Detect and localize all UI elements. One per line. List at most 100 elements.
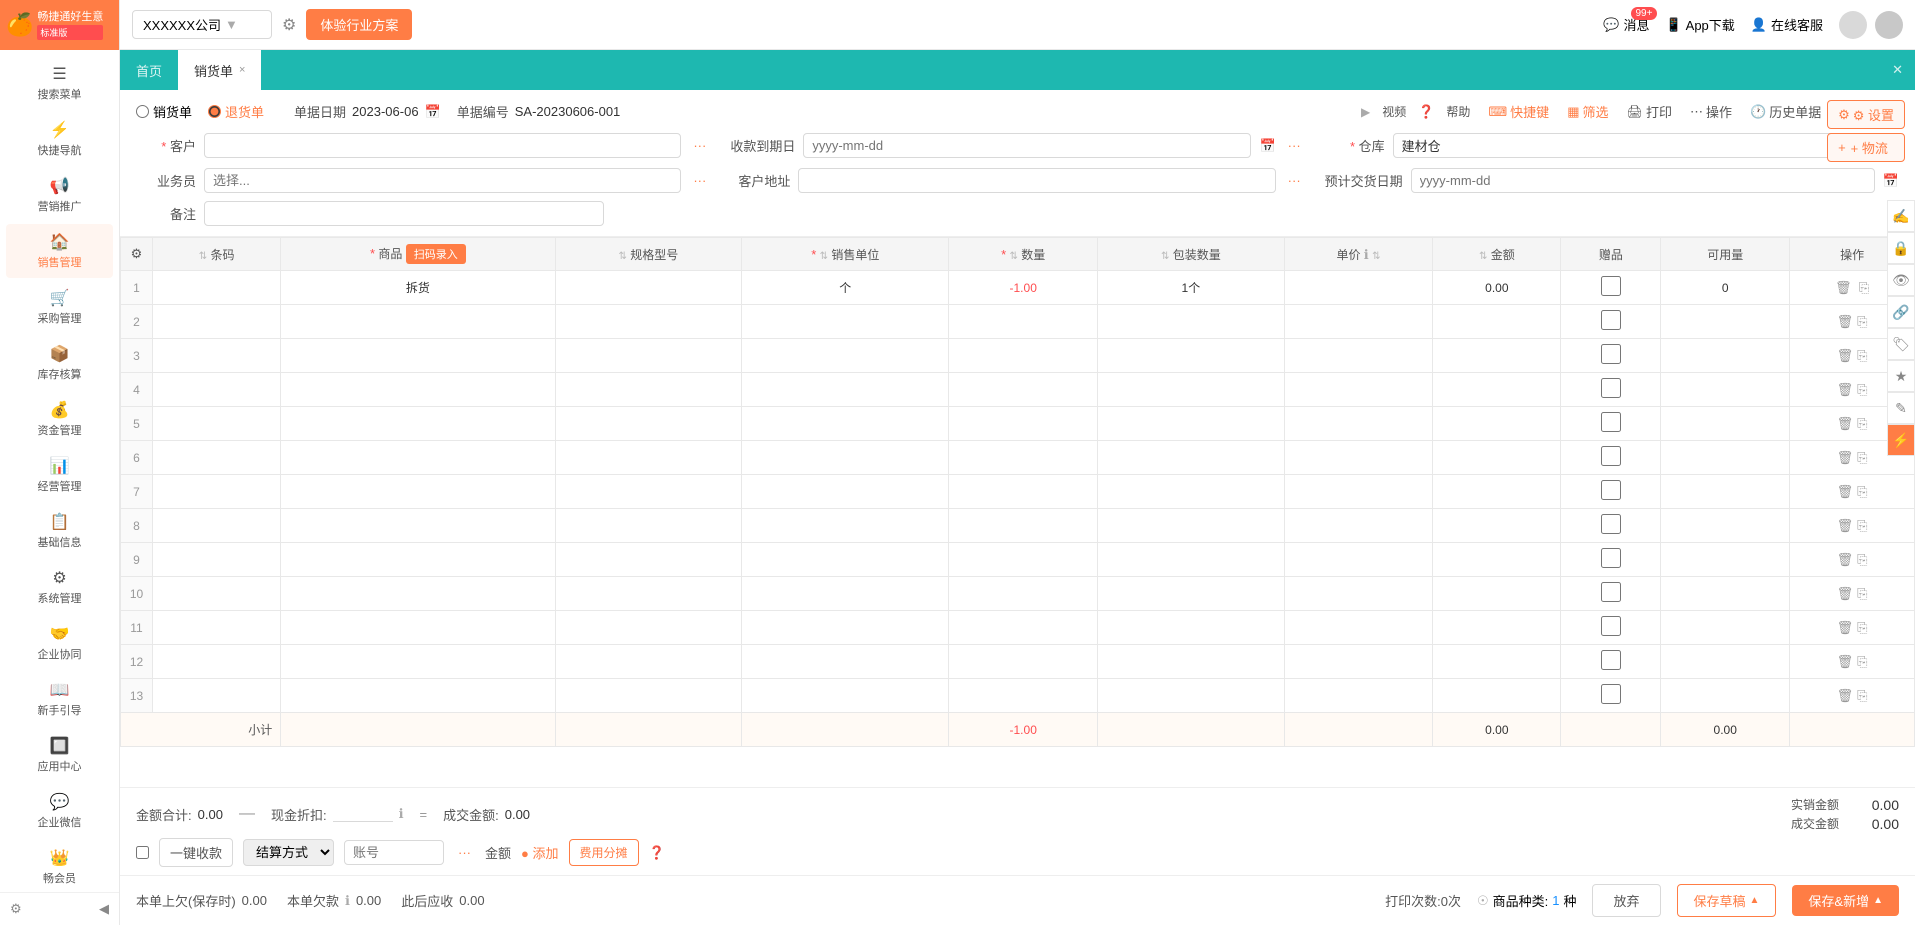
print-btn[interactable]: 🖨 打印 xyxy=(1621,100,1679,123)
gift-checkbox[interactable] xyxy=(1601,480,1621,500)
one-click-button[interactable]: 一键收款 xyxy=(159,838,233,867)
sidebar-item-finance[interactable]: 💰 资金管理 xyxy=(6,392,113,446)
sidebar-item-system[interactable]: ⚙ 系统管理 xyxy=(6,560,113,614)
delete-icon[interactable]: 🗑 xyxy=(1837,416,1854,431)
customer-input[interactable] xyxy=(204,133,681,158)
due-date-dots-btn[interactable]: ··· xyxy=(1284,138,1305,153)
customer-dots-btn[interactable]: ··· xyxy=(689,138,710,153)
delete-icon[interactable]: 🗑 xyxy=(1837,484,1854,499)
copy-icon[interactable]: ⎘ xyxy=(1857,382,1867,397)
sidebar-item-guide[interactable]: 📖 新手引导 xyxy=(6,672,113,726)
shortcut-btn[interactable]: ⌨ 快捷键 xyxy=(1482,100,1555,123)
delete-icon[interactable]: 🗑 xyxy=(1837,518,1854,533)
history-btn[interactable]: 🕐 历史单据 xyxy=(1744,100,1827,123)
one-click-checkbox[interactable] xyxy=(136,846,149,859)
add-button[interactable]: ● 添加 xyxy=(521,843,559,862)
tab-close-button[interactable]: ✕ xyxy=(1892,62,1915,78)
expected-date-input[interactable] xyxy=(1411,168,1875,193)
payment-method-select[interactable]: 结算方式 xyxy=(243,839,334,866)
th-gear[interactable]: ⚙ xyxy=(121,238,153,271)
float-btn-star[interactable]: ★ xyxy=(1887,360,1915,392)
gift-checkbox[interactable] xyxy=(1601,514,1621,534)
gift-checkbox[interactable] xyxy=(1601,378,1621,398)
gift-checkbox[interactable] xyxy=(1601,582,1621,602)
gift-checkbox[interactable] xyxy=(1601,616,1621,636)
warehouse-input[interactable] xyxy=(1393,133,1870,158)
chevron-up-icon[interactable]: ▲ xyxy=(1750,895,1760,906)
sales-order-radio[interactable]: 销货单 xyxy=(136,102,192,121)
online-service-button[interactable]: 👤 在线客服 xyxy=(1751,15,1823,34)
gift-checkbox[interactable] xyxy=(1601,548,1621,568)
sales-radio-input[interactable] xyxy=(136,105,149,118)
float-btn-notes[interactable]: ✍ xyxy=(1887,200,1915,232)
account-input[interactable] xyxy=(344,840,444,865)
delete-icon[interactable]: 🗑 xyxy=(1835,280,1852,295)
float-btn-eye[interactable]: 👁 xyxy=(1887,264,1915,296)
logistics-button[interactable]: + + 物流 xyxy=(1827,133,1905,162)
scan-button[interactable]: 扫码录入 xyxy=(406,244,466,264)
tab-home[interactable]: 首页 xyxy=(120,50,178,90)
cell-goods[interactable]: 拆货 xyxy=(281,271,555,305)
discard-button[interactable]: 放弃 xyxy=(1592,884,1660,917)
cell-amount[interactable]: 0.00 xyxy=(1433,271,1561,305)
cell-pkg-qty[interactable]: 1个 xyxy=(1098,271,1285,305)
float-btn-tag[interactable]: 🏷 xyxy=(1887,328,1915,360)
return-order-radio[interactable]: 退货单 xyxy=(208,102,264,121)
settings-button[interactable]: ⚙ ⚙ 设置 xyxy=(1827,100,1905,129)
video-btn[interactable]: 视频 xyxy=(1376,101,1412,122)
goods-type-link[interactable]: 1 xyxy=(1552,893,1559,908)
sidebar-item-inventory[interactable]: 📦 库存核算 xyxy=(6,336,113,390)
discount-input[interactable] xyxy=(333,806,393,822)
sidebar-item-operation[interactable]: 📊 经营管理 xyxy=(6,448,113,502)
copy-icon[interactable]: ⎘ xyxy=(1857,586,1867,601)
save-new-button[interactable]: 保存&新增 ▲ xyxy=(1792,885,1899,916)
sidebar-item-collab[interactable]: 🤝 企业协同 xyxy=(6,616,113,670)
copy-icon[interactable]: ⎘ xyxy=(1857,620,1867,635)
calendar-icon[interactable]: 📅 xyxy=(425,104,441,120)
copy-icon[interactable]: ⎘ xyxy=(1857,552,1867,567)
copy-icon[interactable]: ⎘ xyxy=(1859,280,1869,295)
sidebar-item-quick[interactable]: ⚡ 快捷导航 xyxy=(6,112,113,166)
operation-btn[interactable]: ⋯ 操作 xyxy=(1684,100,1738,123)
gift-checkbox[interactable] xyxy=(1601,446,1621,466)
sidebar-item-marketing[interactable]: 📢 营销推广 xyxy=(6,168,113,222)
tab-sales[interactable]: 销货单 × xyxy=(178,50,261,90)
delete-icon[interactable]: 🗑 xyxy=(1837,654,1854,669)
sidebar-item-search[interactable]: ☰ 搜索菜单 xyxy=(6,56,113,110)
fee-split-button[interactable]: 费用分摊 xyxy=(569,839,639,866)
cell-spec[interactable] xyxy=(555,271,742,305)
remark-input[interactable] xyxy=(204,201,604,226)
account-dots-btn[interactable]: ··· xyxy=(454,845,475,860)
cell-qty[interactable]: -1.00 xyxy=(949,271,1098,305)
salesperson-input[interactable] xyxy=(204,168,681,193)
cell-unit[interactable]: 个 xyxy=(742,271,949,305)
cell-price[interactable] xyxy=(1284,271,1432,305)
float-btn-edit[interactable]: ✎ xyxy=(1887,392,1915,424)
copy-icon[interactable]: ⎘ xyxy=(1857,450,1867,465)
expected-date-calendar-icon[interactable]: 📅 xyxy=(1883,173,1899,189)
due-date-input[interactable] xyxy=(803,133,1251,158)
float-btn-link[interactable]: 🔗 xyxy=(1887,296,1915,328)
delete-icon[interactable]: 🗑 xyxy=(1837,552,1854,567)
help-btn[interactable]: 帮助 xyxy=(1440,101,1476,122)
delete-icon[interactable]: 🗑 xyxy=(1837,688,1854,703)
sidebar-item-apps[interactable]: 🔲 应用中心 xyxy=(6,728,113,782)
gift-checkbox[interactable] xyxy=(1601,276,1621,296)
chevron-up-icon2[interactable]: ▲ xyxy=(1873,895,1883,906)
sidebar-item-member[interactable]: 👑 畅会员 xyxy=(6,840,113,892)
avatar[interactable] xyxy=(1839,11,1867,39)
delete-icon[interactable]: 🗑 xyxy=(1837,586,1854,601)
sidebar-item-wechat[interactable]: 💬 企业微信 xyxy=(6,784,113,838)
delete-icon[interactable]: 🗑 xyxy=(1837,348,1854,363)
return-radio-input[interactable] xyxy=(208,105,221,118)
settings-gear-icon[interactable]: ⚙ xyxy=(10,901,22,917)
gear-settings-icon[interactable]: ⚙ xyxy=(282,15,296,35)
copy-icon[interactable]: ⎘ xyxy=(1857,518,1867,533)
sidebar-item-sales[interactable]: 🏠 销售管理 xyxy=(6,224,113,278)
gift-checkbox[interactable] xyxy=(1601,650,1621,670)
delete-icon[interactable]: 🗑 xyxy=(1837,382,1854,397)
cell-gift[interactable] xyxy=(1561,271,1661,305)
delete-icon[interactable]: 🗑 xyxy=(1837,314,1854,329)
copy-icon[interactable]: ⎘ xyxy=(1857,314,1867,329)
float-btn-lock[interactable]: 🔒 xyxy=(1887,232,1915,264)
